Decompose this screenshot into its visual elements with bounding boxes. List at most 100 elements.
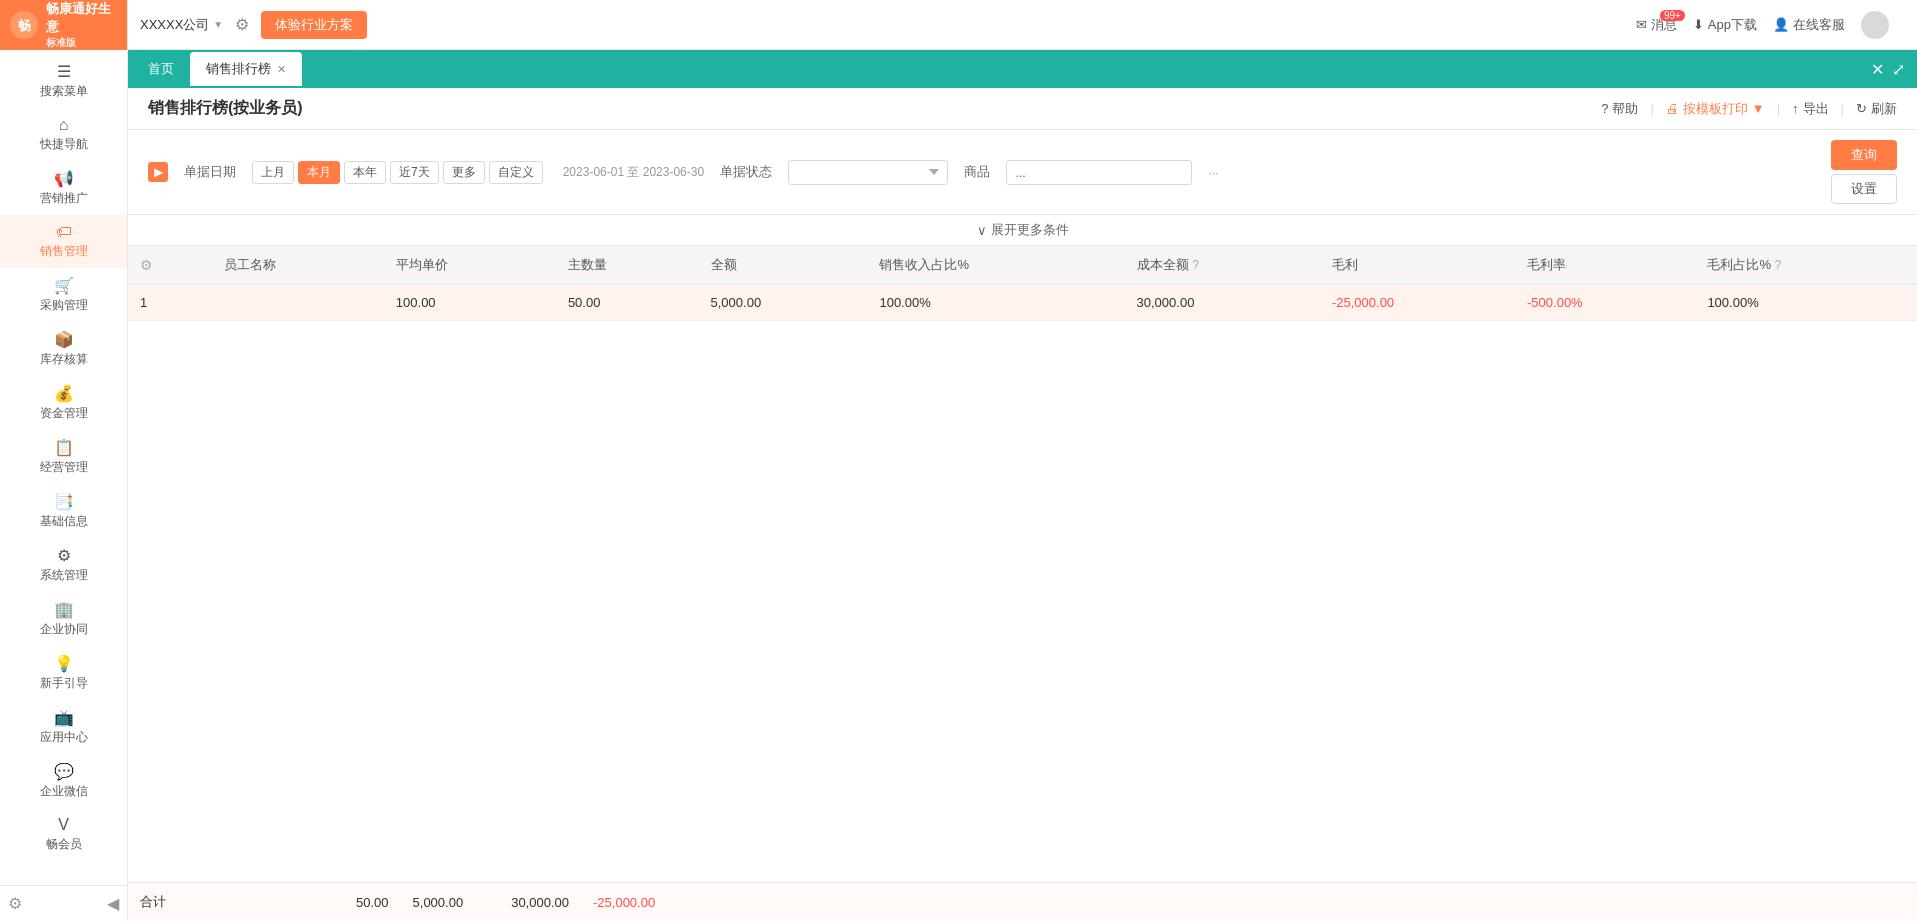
cell-sales-pct-0: 100.00% — [867, 285, 1124, 321]
page-header: 销售排行榜(按业务员) ? 帮助 | 🖨 按模板打印 ▼ | ↑ 导出 | — [128, 88, 1917, 130]
filter-actions: 查询 设置 — [1831, 140, 1897, 204]
help-label: 帮助 — [1612, 100, 1638, 118]
tab-home-label: 首页 — [148, 60, 174, 78]
app-name: 畅康通好生意 — [46, 0, 119, 36]
status-select[interactable] — [788, 160, 948, 185]
goods-more-icon[interactable]: ··· — [1208, 165, 1219, 180]
sidebar-item-enterprise[interactable]: 🏢企业协同 — [0, 592, 127, 646]
sidebar-label-system: 系统管理 — [40, 567, 88, 584]
sidebar-item-guide[interactable]: 💡新手引导 — [0, 646, 127, 700]
sidebar-item-inventory[interactable]: 📦库存核算 — [0, 322, 127, 376]
page-actions: ? 帮助 | 🖨 按模板打印 ▼ | ↑ 导出 | ↻ 刷新 — [1601, 100, 1897, 118]
col-name: 员工名称 — [212, 246, 384, 285]
date-range-display: 2023-06-01 至 2023-06-30 — [563, 164, 704, 181]
settings-footer-icon[interactable]: ⚙ — [8, 894, 22, 913]
cell-rank-0: 1 — [128, 285, 212, 321]
table-area: ⚙ 员工名称 平均单价 主数量 全额 销售收入占比% 成本全额 ? 毛利 毛利率… — [128, 246, 1917, 882]
date-btn-this-month[interactable]: 本月 — [298, 161, 340, 184]
footer-profit: -25,000.00 — [581, 895, 667, 910]
app-download-label: App下载 — [1708, 16, 1757, 34]
content: 销售排行榜(按业务员) ? 帮助 | 🖨 按模板打印 ▼ | ↑ 导出 | — [128, 88, 1917, 921]
date-btn-last-month[interactable]: 上月 — [252, 161, 294, 184]
sidebar-item-member[interactable]: V畅会员 — [0, 808, 127, 861]
sidebar-item-sales[interactable]: 🏷销售管理 — [0, 215, 127, 268]
online-service-button[interactable]: 👤 在线客服 — [1773, 16, 1845, 34]
sidebar-item-system[interactable]: ⚙ 系统管理 — [0, 538, 127, 592]
date-btn-7days[interactable]: 近7天 — [390, 161, 439, 184]
print-icon: 🖨 — [1666, 101, 1679, 116]
export-button[interactable]: ↑ 导出 — [1792, 100, 1829, 118]
app-download-button[interactable]: ⬇ App下载 — [1693, 16, 1757, 34]
tab-sales-rank-label: 销售排行榜 — [206, 60, 271, 78]
collapse-icon[interactable]: ◀ — [107, 894, 119, 913]
filter-settings-button[interactable]: 设置 — [1831, 174, 1897, 204]
col-amount: 全额 — [699, 246, 868, 285]
cell-quantity-0: 50.00 — [556, 285, 699, 321]
query-button[interactable]: 查询 — [1831, 140, 1897, 170]
date-btn-custom[interactable]: 自定义 — [489, 161, 543, 184]
avatar[interactable] — [1861, 11, 1889, 39]
footer-amount: 5,000.00 — [401, 895, 476, 910]
topbar-settings-icon[interactable]: ⚙ — [235, 15, 249, 34]
col-avg-price: 平均单价 — [384, 246, 556, 285]
sidebar-item-search[interactable]: ☰搜索菜单 — [0, 54, 127, 108]
profit-pct-help-icon[interactable]: ? — [1775, 258, 1782, 272]
cell-profit-rate-0: -500.00% — [1515, 285, 1695, 321]
col-cost: 成本全额 ? — [1125, 246, 1320, 285]
date-btn-more[interactable]: 更多 — [443, 161, 485, 184]
col-profit: 毛利 — [1320, 246, 1515, 285]
goods-input[interactable] — [1006, 160, 1192, 185]
col-settings[interactable]: ⚙ — [128, 246, 212, 285]
sidebar-item-basics[interactable]: 📑基础信息 — [0, 484, 127, 538]
date-btn-this-year[interactable]: 本年 — [344, 161, 386, 184]
sidebar-label-basics: 基础信息 — [40, 513, 88, 530]
sidebar-icon-purchase: 🛒 — [54, 276, 74, 295]
tab-sales-rank[interactable]: 销售排行榜 ✕ — [190, 52, 302, 86]
sidebar-icon-marketing: 📢 — [54, 169, 74, 188]
sidebar-item-purchase[interactable]: 🛒采购管理 — [0, 268, 127, 322]
expand-row-wrapper: ∨ 展开更多条件 — [128, 215, 1917, 246]
sidebar-item-operations[interactable]: 📋经营管理 — [0, 430, 127, 484]
print-button[interactable]: 🖨 按模板打印 ▼ — [1666, 100, 1765, 118]
tabbar-actions: ✕ ⤢ — [1871, 60, 1913, 79]
date-buttons: 上月 本月 本年 近7天 更多 自定义 — [252, 161, 543, 184]
app-version: 标准版 — [46, 36, 119, 50]
company-selector[interactable]: XXXXX公司 ▼ — [140, 16, 223, 34]
sidebar-icon-sales: 🏷 — [56, 223, 72, 241]
sidebar-item-quick-nav[interactable]: ⌂快捷导航 — [0, 108, 127, 161]
sidebar-label-finance: 资金管理 — [40, 405, 88, 422]
sidebar-icon-apps: 📺 — [54, 708, 74, 727]
sidebar-icon-system: ⚙ — [57, 546, 71, 565]
sidebar-label-search: 搜索菜单 — [40, 83, 88, 100]
sidebar-nav: ☰搜索菜单⌂快捷导航📢营销推广🏷销售管理🛒采购管理📦库存核算💰资金管理📋经营管理… — [0, 50, 127, 885]
cell-profit-0: -25,000.00 — [1320, 285, 1515, 321]
message-icon: ✉ — [1636, 17, 1647, 32]
sidebar-label-enterprise: 企业协同 — [40, 621, 88, 638]
col-profit-rate: 毛利率 — [1515, 246, 1695, 285]
service-icon: 👤 — [1773, 17, 1789, 32]
message-button[interactable]: ✉ 消息 99+ — [1636, 16, 1677, 34]
refresh-button[interactable]: ↻ 刷新 — [1856, 100, 1897, 118]
svg-text:畅: 畅 — [18, 18, 31, 33]
sidebar-item-apps[interactable]: 📺应用中心 — [0, 700, 127, 754]
status-filter-label: 单据状态 — [720, 163, 772, 181]
tab-close-all-icon[interactable]: ✕ — [1871, 60, 1884, 79]
tab-expand-icon[interactable]: ⤢ — [1892, 60, 1905, 79]
cost-help-icon[interactable]: ? — [1192, 258, 1199, 272]
sidebar-item-finance[interactable]: 💰资金管理 — [0, 376, 127, 430]
page-title: 销售排行榜(按业务员) — [148, 98, 303, 119]
sidebar-item-marketing[interactable]: 📢营销推广 — [0, 161, 127, 215]
trial-button[interactable]: 体验行业方案 — [261, 11, 367, 39]
divider1: | — [1650, 101, 1653, 116]
table-footer: 合计 50.00 5,000.00 30,000.00 -25,000.00 — [128, 882, 1917, 921]
divider3: | — [1841, 101, 1844, 116]
sidebar-item-wechat[interactable]: 💬企业微信 — [0, 754, 127, 808]
expand-conditions-button[interactable]: ∨ 展开更多条件 — [965, 217, 1081, 243]
sidebar-icon-quick-nav: ⌂ — [59, 116, 69, 134]
col-profit-pct: 毛利占比% ? — [1695, 246, 1917, 285]
tab-home[interactable]: 首页 — [132, 52, 190, 86]
filter-toggle-icon[interactable]: ▶ — [148, 162, 168, 182]
help-button[interactable]: ? 帮助 — [1601, 100, 1638, 118]
tab-sales-rank-close-icon[interactable]: ✕ — [277, 63, 286, 76]
sidebar-label-member: 畅会员 — [46, 836, 82, 853]
